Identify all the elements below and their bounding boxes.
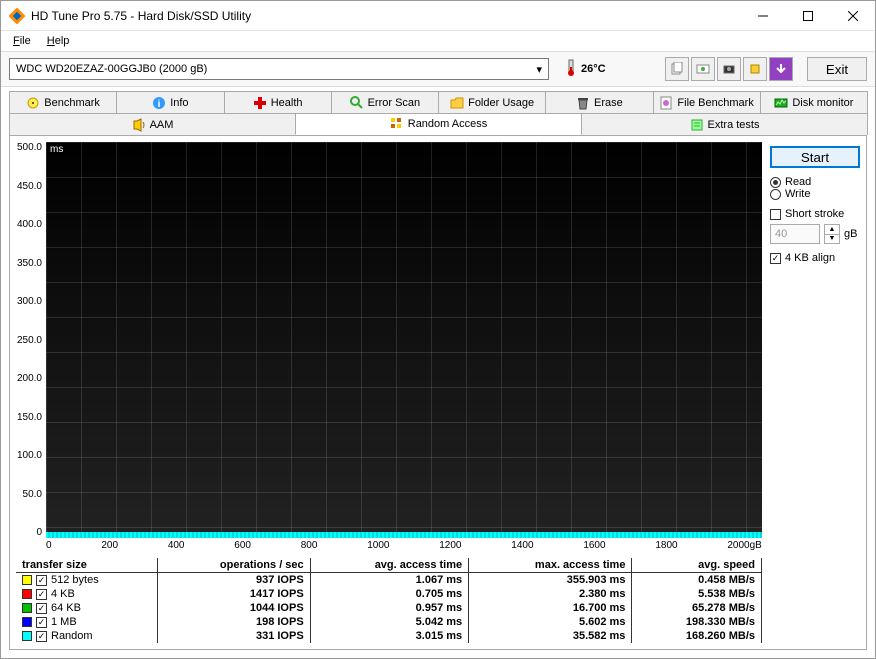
tab-icon: [774, 96, 788, 110]
read-radio[interactable]: Read: [770, 176, 860, 188]
tab-disk-monitor[interactable]: Disk monitor: [760, 91, 868, 113]
series-color: [22, 617, 32, 627]
tab-container: BenchmarkiInfoHealthError ScanFolder Usa…: [1, 87, 875, 135]
tab-icon: [450, 96, 464, 110]
options-button[interactable]: [743, 57, 767, 81]
tab-icon: [659, 96, 673, 110]
series-checkbox[interactable]: ✓: [36, 617, 47, 628]
tab-icon: [576, 96, 590, 110]
series-checkbox[interactable]: ✓: [36, 589, 47, 600]
drive-label: WDC WD20EZAZ-00GGJB0 (2000 gB): [16, 63, 207, 75]
series-color: [22, 575, 32, 585]
table-row: ✓64 KB1044 IOPS0.957 ms16.700 ms65.278 M…: [16, 601, 762, 615]
series-color: [22, 589, 32, 599]
menu-file[interactable]: File: [7, 33, 37, 49]
tab-icon: [26, 96, 40, 110]
window-title: HD Tune Pro 5.75 - Hard Disk/SSD Utility: [31, 9, 740, 23]
svg-text:i: i: [158, 99, 161, 110]
chevron-down-icon: ▾: [536, 63, 542, 76]
side-panel: Start Read Write Short stroke ▲▼ gB ✓4 K…: [770, 142, 860, 643]
shortstroke-checkbox[interactable]: Short stroke: [770, 208, 860, 220]
drive-select[interactable]: WDC WD20EZAZ-00GGJB0 (2000 gB) ▾: [9, 58, 549, 80]
tab-file-benchmark[interactable]: File Benchmark: [653, 91, 761, 113]
app-icon: [9, 8, 25, 24]
write-radio[interactable]: Write: [770, 188, 860, 200]
tab-icon: [350, 96, 364, 110]
tab-folder-usage[interactable]: Folder Usage: [438, 91, 546, 113]
align4kb-checkbox[interactable]: ✓4 KB align: [770, 252, 860, 264]
tab-icon: [690, 118, 704, 132]
tab-aam[interactable]: AAM: [9, 113, 296, 135]
exit-button[interactable]: Exit: [807, 57, 867, 81]
series-color: [22, 631, 32, 641]
chart: 500.0450.0400.0350.0300.0250.0200.0150.0…: [16, 142, 762, 552]
shortstroke-input[interactable]: [770, 224, 820, 244]
save-screenshot-button[interactable]: [717, 57, 741, 81]
table-row: ✓4 KB1417 IOPS0.705 ms2.380 ms5.538 MB/s: [16, 587, 762, 601]
tab-extra-tests[interactable]: Extra tests: [581, 113, 868, 135]
temperature-value: 26°C: [581, 63, 606, 75]
toolbar: WDC WD20EZAZ-00GGJB0 (2000 gB) ▾ 26°C Ex…: [1, 51, 875, 87]
minimize-button[interactable]: [740, 1, 785, 30]
series-color: [22, 603, 32, 613]
start-button[interactable]: Start: [770, 146, 860, 168]
table-row: ✓512 bytes937 IOPS1.067 ms355.903 ms0.45…: [16, 573, 762, 588]
series-checkbox[interactable]: ✓: [36, 603, 47, 614]
copy-screenshot-button[interactable]: [691, 57, 715, 81]
temperature-display: 26°C: [565, 59, 606, 80]
copy-info-button[interactable]: [665, 57, 689, 81]
results-table: transfer sizeoperations / secavg. access…: [16, 558, 762, 643]
series-checkbox[interactable]: ✓: [36, 575, 47, 586]
table-row: ✓1 MB198 IOPS5.042 ms5.602 ms198.330 MB/…: [16, 615, 762, 629]
tab-icon: [132, 118, 146, 132]
tab-benchmark[interactable]: Benchmark: [9, 91, 117, 113]
menu-help[interactable]: Help: [41, 33, 76, 49]
tab-icon: i: [152, 96, 166, 110]
close-button[interactable]: [830, 1, 875, 30]
shortstroke-spinner[interactable]: ▲▼: [824, 224, 840, 244]
menubar: File Help: [1, 31, 875, 51]
titlebar: HD Tune Pro 5.75 - Hard Disk/SSD Utility: [1, 1, 875, 31]
tab-health[interactable]: Health: [224, 91, 332, 113]
tab-random-access[interactable]: Random Access: [295, 113, 582, 135]
series-checkbox[interactable]: ✓: [36, 631, 47, 642]
content-panel: 500.0450.0400.0350.0300.0250.0200.0150.0…: [9, 135, 867, 650]
plot-area: ms: [46, 142, 762, 538]
tab-info[interactable]: iInfo: [116, 91, 224, 113]
table-row: ✓Random331 IOPS3.015 ms35.582 ms168.260 …: [16, 629, 762, 643]
save-button[interactable]: [769, 57, 793, 81]
stroke-unit: gB: [844, 228, 857, 240]
tab-icon: [390, 117, 404, 131]
tab-error-scan[interactable]: Error Scan: [331, 91, 439, 113]
tab-erase[interactable]: Erase: [545, 91, 653, 113]
maximize-button[interactable]: [785, 1, 830, 30]
tab-icon: [253, 96, 267, 110]
thermometer-icon: [565, 59, 577, 80]
